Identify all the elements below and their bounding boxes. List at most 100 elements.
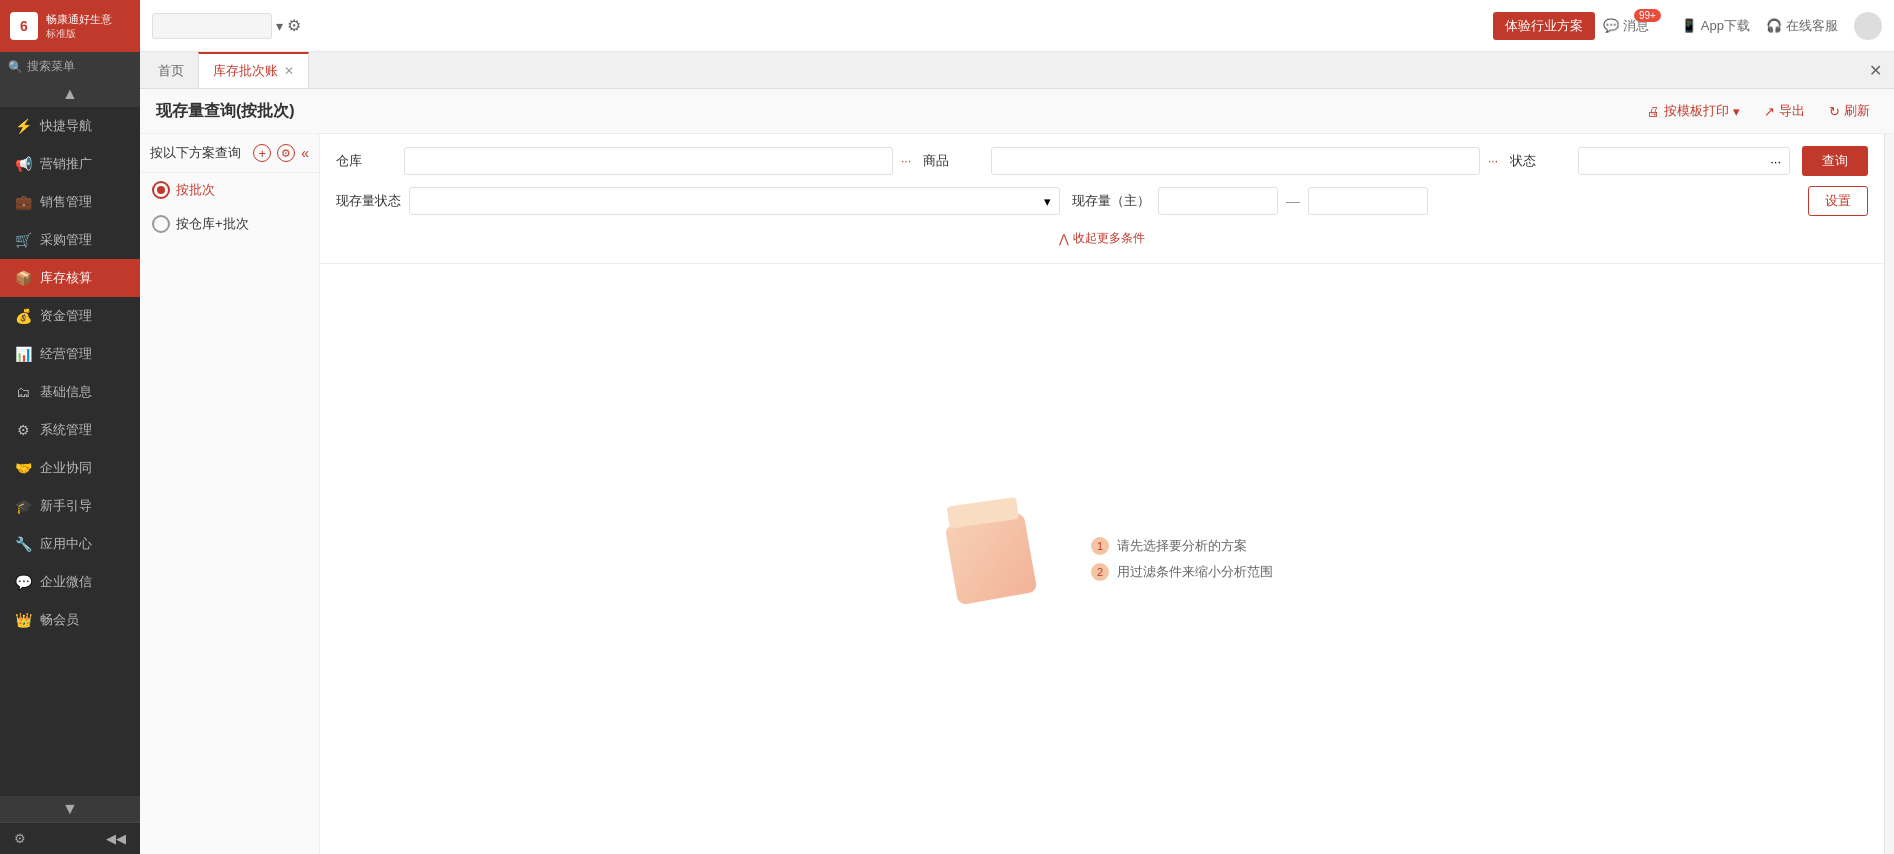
filter-group-product: 商品 ··· [923,147,1498,175]
collapse-panel-button[interactable]: « [301,145,309,161]
collapse-sidebar-icon[interactable]: ◀◀ [106,831,126,846]
scroll-up-button[interactable]: ▲ [0,81,140,107]
sidebar-item-label: 企业协同 [40,459,92,477]
left-panel-header: 按以下方案查询 + ⚙ « [140,134,319,173]
collab-icon: 🤝 [14,459,32,477]
gear-circle-icon: ⚙ [277,144,295,162]
inventory-icon: 📦 [14,269,32,287]
warehouse-more-button[interactable]: ··· [901,154,911,168]
headset-icon: 🎧 [1766,18,1782,33]
sidebar-search[interactable]: 🔍 搜索菜单 [0,52,140,81]
stock-status-select[interactable]: ▾ [409,187,1060,215]
sales-icon: 💼 [14,193,32,211]
user-avatar[interactable] [1854,12,1882,40]
sidebar-item-label: 新手引导 [40,497,92,515]
add-scheme-button[interactable]: + [253,144,271,162]
hint-item-2: 2 用过滤条件来缩小分析范围 [1091,563,1273,581]
collapse-more-button[interactable]: ⋀ 收起更多条件 [336,226,1868,251]
filter-area: 仓库 ··· 商品 ··· 状态 [320,134,1884,264]
sidebar-item-label: 营销推广 [40,155,92,173]
filter-row-1: 仓库 ··· 商品 ··· 状态 [336,146,1868,176]
print-dropdown-icon: ▾ [1733,104,1740,119]
stock-qty-to-input[interactable] [1308,187,1428,215]
print-button[interactable]: 🖨 按模板打印 ▾ [1639,99,1748,123]
sidebar-item-system[interactable]: ⚙ 系统管理 [0,411,140,449]
tab-inventory-batch-label: 库存批次账 [213,62,278,80]
sidebar-item-label: 基础信息 [40,383,92,401]
topbar-dropdown-button[interactable]: ▾ [276,18,283,34]
product-more-button[interactable]: ··· [1488,154,1498,168]
tab-panel-close-button[interactable]: ✕ [1861,61,1890,80]
phone-icon: 📱 [1681,18,1697,33]
quicknav-icon: ⚡ [14,117,32,135]
sidebar-item-member[interactable]: 👑 畅会员 [0,601,140,639]
purchase-icon: 🛒 [14,231,32,249]
sidebar-item-wechat[interactable]: 💬 企业微信 [0,563,140,601]
status-select[interactable]: ··· [1578,147,1790,175]
product-input[interactable] [991,147,1480,175]
query-button[interactable]: 查询 [1802,146,1868,176]
scheme-item-warehouse-batch[interactable]: 按仓库+批次 [140,207,319,241]
sidebar-item-purchase[interactable]: 🛒 采购管理 [0,221,140,259]
topbar-gear-button[interactable]: ⚙ [287,16,301,35]
warehouse-input[interactable] [404,147,893,175]
search-label: 搜索菜单 [27,58,75,75]
finance-icon: 💰 [14,307,32,325]
sidebar-item-operation[interactable]: 📊 经营管理 [0,335,140,373]
export-button[interactable]: ↗ 导出 [1756,99,1813,123]
topbar-input-wrapper: ▾ [152,13,283,39]
left-panel-actions: + ⚙ « [253,144,309,162]
marketing-icon: 📢 [14,155,32,173]
page-title: 现存量查询(按批次) [156,101,295,122]
filter-group-stock-status: 现存量状态 ▾ [336,187,1060,215]
sidebar-item-label: 企业微信 [40,573,92,591]
sidebar-item-newbie[interactable]: 🎓 新手引导 [0,487,140,525]
stock-status-label: 现存量状态 [336,192,401,210]
refresh-button[interactable]: ↻ 刷新 [1821,99,1878,123]
stock-qty-from-input[interactable] [1158,187,1278,215]
plus-icon: + [253,144,271,162]
messages-button[interactable]: 💬 消息 99+ [1603,17,1649,35]
scheme-active-icon [152,181,170,199]
sidebar-item-basic[interactable]: 🗂 基础信息 [0,373,140,411]
status-dropdown-icon: ··· [1770,154,1781,169]
sidebar-footer: ⚙ ◀◀ [0,822,140,854]
topbar: ▾ ⚙ 体验行业方案 💬 消息 99+ 📱 App下载 🎧 在线客服 [140,0,1894,52]
sidebar: 6 畅康通好生意 标准版 🔍 搜索菜单 ▲ ⚡ 快捷导航 📢 营销推广 💼 销售… [0,0,140,854]
sidebar-item-label: 系统管理 [40,421,92,439]
main-area: ▾ ⚙ 体验行业方案 💬 消息 99+ 📱 App下载 🎧 在线客服 [140,0,1894,854]
empty-state: 1 请先选择要分析的方案 2 用过滤条件来缩小分析范围 [320,264,1884,854]
warehouse-label: 仓库 [336,152,396,170]
online-service-button[interactable]: 🎧 在线客服 [1766,17,1838,35]
filter-row-2: 现存量状态 ▾ 现存量（主） — 设置 [336,186,1868,216]
scroll-down-button[interactable]: ▼ [0,796,140,822]
sidebar-item-finance[interactable]: 💰 资金管理 [0,297,140,335]
sidebar-item-label: 资金管理 [40,307,92,325]
trial-button[interactable]: 体验行业方案 [1493,12,1595,40]
sidebar-item-marketing[interactable]: 📢 营销推广 [0,145,140,183]
scheme-item-batch[interactable]: 按批次 [140,173,319,207]
tab-inventory-batch[interactable]: 库存批次账 ✕ [198,52,309,88]
refresh-icon: ↻ [1829,104,1840,119]
topbar-right: 💬 消息 99+ 📱 App下载 🎧 在线客服 [1603,12,1882,40]
sidebar-item-quicknav[interactable]: ⚡ 快捷导航 [0,107,140,145]
right-scrollbar[interactable] [1884,134,1894,854]
scheme-label: 按批次 [176,181,215,199]
tab-close-button[interactable]: ✕ [284,64,294,78]
scheme-settings-button[interactable]: ⚙ [277,144,295,162]
left-panel-title: 按以下方案查询 [150,144,241,162]
app-download-button[interactable]: 📱 App下载 [1681,17,1750,35]
tab-home[interactable]: 首页 [144,53,198,88]
sidebar-item-inventory[interactable]: 📦 库存核算 [0,259,140,297]
collapse-icon: « [301,145,309,161]
stock-qty-dash: — [1286,193,1300,209]
stock-status-dropdown-icon: ▾ [1044,194,1051,209]
sidebar-item-collab[interactable]: 🤝 企业协同 [0,449,140,487]
sidebar-header: 6 畅康通好生意 标准版 [0,0,140,52]
sidebar-item-sales[interactable]: 💼 销售管理 [0,183,140,221]
settings-button[interactable]: 设置 [1808,186,1868,216]
settings-icon[interactable]: ⚙ [14,831,26,846]
sidebar-item-apps[interactable]: 🔧 应用中心 [0,525,140,563]
scheme-label: 按仓库+批次 [176,215,249,233]
stock-qty-label: 现存量（主） [1072,192,1150,210]
